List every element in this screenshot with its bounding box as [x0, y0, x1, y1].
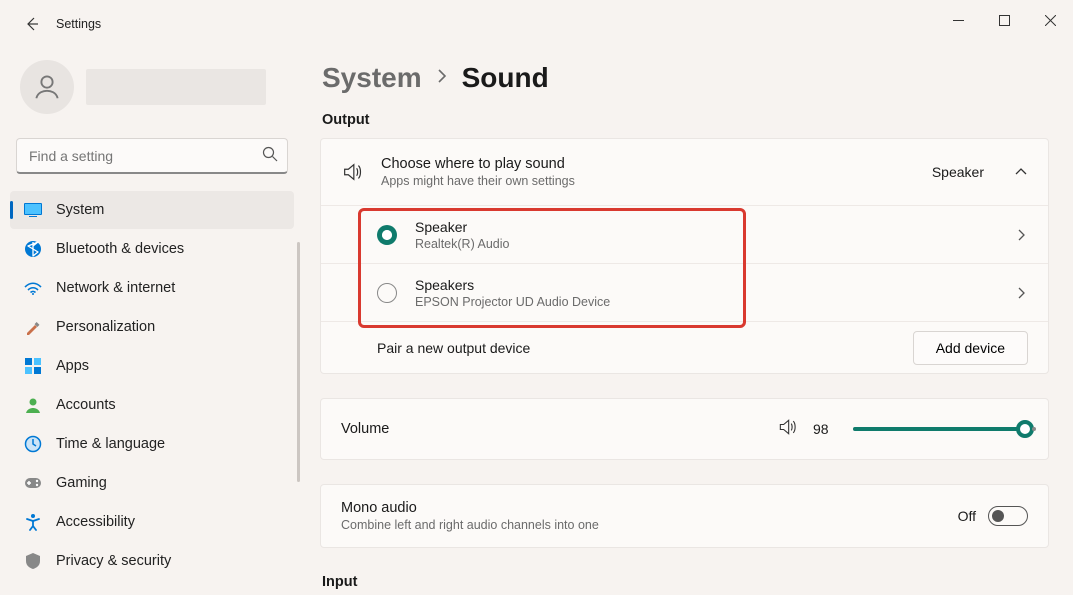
sidebar-item-gaming[interactable]: Gaming	[10, 464, 294, 502]
radio-button[interactable]	[377, 283, 397, 303]
sidebar-item-accessibility[interactable]: Accessibility	[10, 503, 294, 541]
time-icon	[24, 435, 42, 453]
close-icon	[1045, 15, 1056, 26]
output-expander-header[interactable]: Choose where to play sound Apps might ha…	[321, 139, 1048, 205]
output-selected-value: Speaker	[932, 164, 984, 180]
accounts-icon	[24, 396, 42, 414]
sidebar-item-label: Network & internet	[56, 280, 175, 296]
device-subtitle: Realtek(R) Audio	[415, 237, 996, 251]
search-input[interactable]	[16, 138, 288, 174]
input-heading: Input	[322, 574, 1049, 590]
radio-button[interactable]	[377, 225, 397, 245]
arrow-left-icon	[24, 16, 40, 32]
apps-icon	[24, 357, 42, 375]
mono-state-label: Off	[958, 508, 976, 524]
mono-subtitle: Combine left and right audio channels in…	[341, 518, 946, 532]
search-box[interactable]	[16, 138, 288, 174]
sidebar-item-label: Privacy & security	[56, 553, 171, 569]
sidebar-item-label: Accessibility	[56, 514, 135, 530]
network-icon	[24, 279, 42, 297]
sidebar-item-time[interactable]: Time & language	[10, 425, 294, 463]
volume-card: Volume 98	[320, 398, 1049, 460]
profile-block[interactable]	[8, 56, 300, 126]
bluetooth-icon	[24, 240, 42, 258]
back-button[interactable]	[12, 4, 52, 44]
breadcrumb-current: Sound	[462, 62, 549, 94]
device-name: Speakers	[415, 277, 996, 293]
sidebar-item-label: Personalization	[56, 319, 155, 335]
volume-icon[interactable]	[777, 417, 797, 442]
sidebar-item-label: Bluetooth & devices	[56, 241, 184, 257]
sidebar-item-bluetooth[interactable]: Bluetooth & devices	[10, 230, 294, 268]
breadcrumb: System Sound	[322, 62, 1049, 94]
sidebar-item-label: Time & language	[56, 436, 165, 452]
chevron-right-icon	[436, 68, 448, 89]
device-name: Speaker	[415, 219, 996, 235]
output-device-row[interactable]: Speaker Realtek(R) Audio	[321, 205, 1048, 263]
sidebar-item-apps[interactable]: Apps	[10, 347, 294, 385]
sidebar-item-label: Apps	[56, 358, 89, 374]
sidebar-item-label: Gaming	[56, 475, 107, 491]
chevron-right-icon	[1014, 286, 1028, 300]
gaming-icon	[24, 474, 42, 492]
personalization-icon	[24, 318, 42, 336]
mono-card: Mono audio Combine left and right audio …	[320, 484, 1049, 548]
sidebar-item-network[interactable]: Network & internet	[10, 269, 294, 307]
device-subtitle: EPSON Projector UD Audio Device	[415, 295, 996, 309]
output-title: Choose where to play sound	[381, 156, 914, 172]
app-title: Settings	[56, 17, 101, 31]
pair-row: Pair a new output device Add device	[321, 321, 1048, 373]
slider-thumb[interactable]	[1016, 420, 1034, 438]
volume-label: Volume	[341, 421, 761, 437]
sidebar-scrollbar[interactable]	[297, 242, 300, 482]
accessibility-icon	[24, 513, 42, 531]
maximize-button[interactable]	[981, 0, 1027, 40]
output-subtitle: Apps might have their own settings	[381, 174, 914, 188]
output-card: Choose where to play sound Apps might ha…	[320, 138, 1049, 374]
sidebar-item-label: System	[56, 202, 104, 218]
maximize-icon	[999, 15, 1010, 26]
mono-toggle[interactable]	[988, 506, 1028, 526]
speaker-icon	[341, 161, 363, 183]
chevron-right-icon	[1014, 228, 1028, 242]
volume-value: 98	[813, 421, 837, 437]
sidebar-item-label: Accounts	[56, 397, 116, 413]
sidebar-item-accounts[interactable]: Accounts	[10, 386, 294, 424]
mono-title: Mono audio	[341, 500, 946, 516]
chevron-up-icon	[1014, 165, 1028, 179]
sidebar-item-personalization[interactable]: Personalization	[10, 308, 294, 346]
sidebar-item-system[interactable]: System	[10, 191, 294, 229]
person-icon	[32, 72, 62, 102]
search-icon	[262, 146, 278, 167]
profile-name-placeholder	[86, 69, 266, 105]
add-device-button[interactable]: Add device	[913, 331, 1028, 365]
close-button[interactable]	[1027, 0, 1073, 40]
nav-list: System Bluetooth & devices Network & inter…	[8, 190, 300, 587]
system-icon	[24, 201, 42, 219]
sidebar-item-privacy[interactable]: Privacy & security	[10, 542, 294, 580]
volume-slider[interactable]	[853, 427, 1028, 431]
output-device-row[interactable]: Speakers EPSON Projector UD Audio Device	[321, 263, 1048, 321]
avatar	[20, 60, 74, 114]
output-heading: Output	[322, 112, 1049, 128]
pair-label: Pair a new output device	[377, 340, 913, 356]
minimize-button[interactable]	[935, 0, 981, 40]
minimize-icon	[953, 15, 964, 26]
privacy-icon	[24, 552, 42, 570]
breadcrumb-parent[interactable]: System	[322, 62, 422, 94]
